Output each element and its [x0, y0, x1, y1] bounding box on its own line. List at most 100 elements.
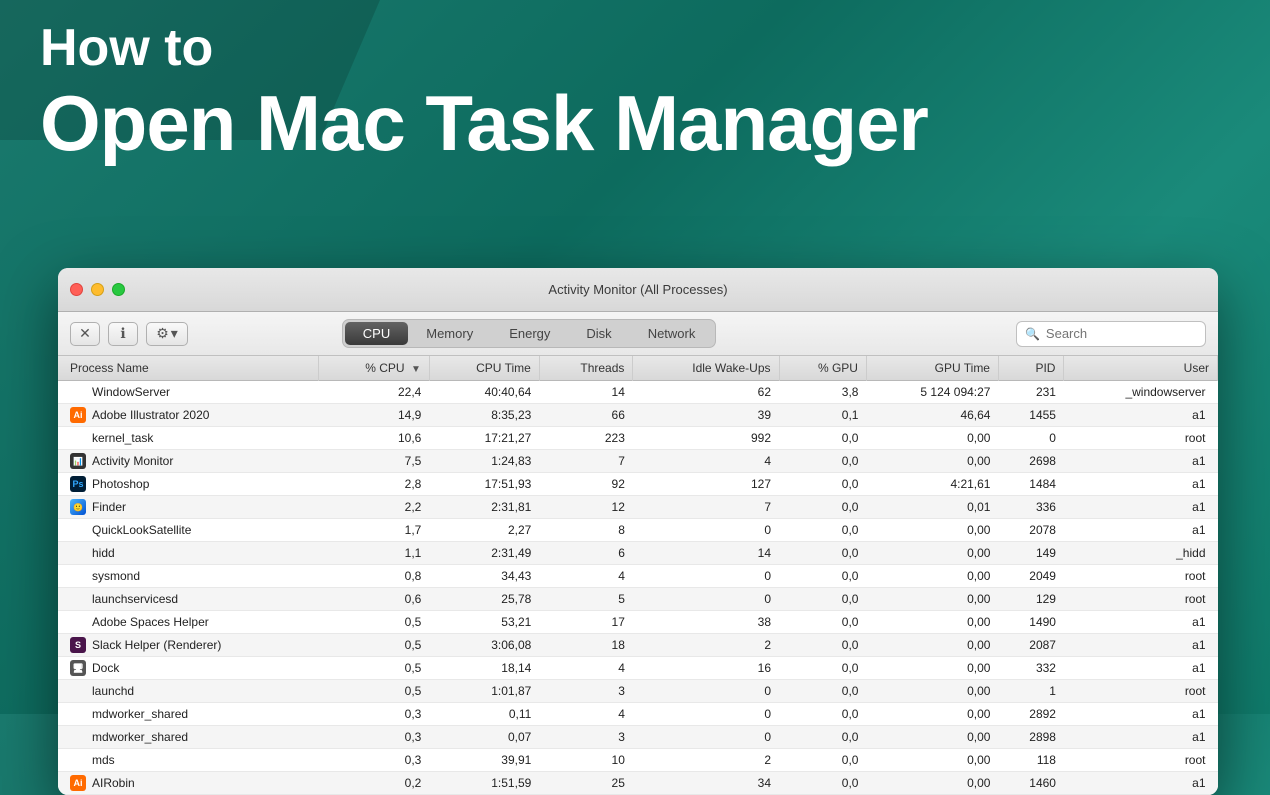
cpu-time-value: 17:51,93 — [429, 473, 539, 496]
col-header-gpu-time[interactable]: GPU Time — [866, 356, 998, 381]
tab-disk[interactable]: Disk — [568, 322, 629, 345]
col-header-user[interactable]: User — [1064, 356, 1218, 381]
table-row[interactable]: SSlack Helper (Renderer)0,53:06,081820,0… — [58, 634, 1218, 657]
cpu-value: 10,6 — [318, 427, 429, 450]
idle-wakeups-value: 4 — [633, 450, 779, 473]
process-table-wrapper: Process Name % CPU ▼ CPU Time Threads Id… — [58, 356, 1218, 795]
tab-network[interactable]: Network — [630, 322, 714, 345]
close-button[interactable] — [70, 283, 83, 296]
finder-icon: 🙂 — [70, 499, 86, 515]
gpu-value: 0,0 — [779, 565, 866, 588]
gpu-time-value: 0,01 — [866, 496, 998, 519]
cpu-time-value: 0,07 — [429, 726, 539, 749]
tab-energy[interactable]: Energy — [491, 322, 568, 345]
threads-value: 17 — [539, 611, 633, 634]
empty-icon — [70, 591, 86, 607]
col-header-cpu[interactable]: % CPU ▼ — [318, 356, 429, 381]
pid-value: 129 — [998, 588, 1064, 611]
cpu-time-value: 0,11 — [429, 703, 539, 726]
table-row[interactable]: hidd1,12:31,496140,00,00149_hidd — [58, 542, 1218, 565]
cpu-value: 0,5 — [318, 634, 429, 657]
user-value: a1 — [1064, 496, 1218, 519]
table-row[interactable]: QuickLookSatellite1,72,27800,00,002078a1 — [58, 519, 1218, 542]
empty-icon — [70, 522, 86, 538]
tab-group: CPU Memory Energy Disk Network — [342, 319, 717, 348]
gear-button[interactable]: ⚙ ▾ — [146, 322, 188, 346]
user-value: a1 — [1064, 519, 1218, 542]
gpu-value: 0,0 — [779, 772, 866, 795]
gpu-value: 0,0 — [779, 588, 866, 611]
table-row[interactable]: mds0,339,911020,00,00118root — [58, 749, 1218, 772]
table-row[interactable]: launchd0,51:01,87300,00,001root — [58, 680, 1218, 703]
table-row[interactable]: PsPhotoshop2,817:51,93921270,04:21,61148… — [58, 473, 1218, 496]
col-header-process-name[interactable]: Process Name — [58, 356, 318, 381]
empty-icon — [70, 614, 86, 630]
threads-value: 5 — [539, 588, 633, 611]
empty-icon — [70, 384, 86, 400]
tab-memory[interactable]: Memory — [408, 322, 491, 345]
cpu-time-value: 2:31,49 — [429, 542, 539, 565]
search-box[interactable]: 🔍 — [1016, 321, 1206, 347]
empty-icon — [70, 430, 86, 446]
threads-value: 4 — [539, 565, 633, 588]
idle-wakeups-value: 0 — [633, 565, 779, 588]
table-row[interactable]: Adobe Spaces Helper0,553,2117380,00,0014… — [58, 611, 1218, 634]
col-header-gpu[interactable]: % GPU — [779, 356, 866, 381]
pid-value: 2078 — [998, 519, 1064, 542]
empty-icon — [70, 568, 86, 584]
gpu-time-value: 0,00 — [866, 703, 998, 726]
user-value: a1 — [1064, 634, 1218, 657]
force-quit-button[interactable]: ✕ — [70, 322, 100, 346]
process-name-label: Dock — [92, 661, 119, 675]
gpu-value: 0,0 — [779, 611, 866, 634]
table-row[interactable]: kernel_task10,617:21,272239920,00,000roo… — [58, 427, 1218, 450]
zoom-button[interactable] — [112, 283, 125, 296]
minimize-button[interactable] — [91, 283, 104, 296]
process-name-label: Activity Monitor — [92, 454, 173, 468]
table-row[interactable]: sysmond0,834,43400,00,002049root — [58, 565, 1218, 588]
cpu-value: 7,5 — [318, 450, 429, 473]
idle-wakeups-value: 62 — [633, 381, 779, 404]
table-row[interactable]: launchservicesd0,625,78500,00,00129root — [58, 588, 1218, 611]
process-table-body: WindowServer22,440:40,6414623,85 124 094… — [58, 381, 1218, 795]
process-name-label: kernel_task — [92, 431, 153, 445]
tab-cpu[interactable]: CPU — [345, 322, 408, 345]
process-name-label: mdworker_shared — [92, 707, 188, 721]
search-input[interactable] — [1046, 326, 1218, 341]
ps-icon: Ps — [70, 476, 86, 492]
col-header-cpu-time[interactable]: CPU Time — [429, 356, 539, 381]
user-value: root — [1064, 680, 1218, 703]
table-row[interactable]: mdworker_shared0,30,11400,00,002892a1 — [58, 703, 1218, 726]
pid-value: 2049 — [998, 565, 1064, 588]
threads-value: 223 — [539, 427, 633, 450]
gpu-time-value: 0,00 — [866, 657, 998, 680]
cpu-time-value: 8:35,23 — [429, 404, 539, 427]
col-header-threads[interactable]: Threads — [539, 356, 633, 381]
cpu-value: 1,7 — [318, 519, 429, 542]
cpu-value: 0,5 — [318, 611, 429, 634]
user-value: a1 — [1064, 473, 1218, 496]
table-row[interactable]: AiAIRobin0,21:51,5925340,00,001460a1 — [58, 772, 1218, 795]
col-header-idle-wakeups[interactable]: Idle Wake-Ups — [633, 356, 779, 381]
table-row[interactable]: 🖥Dock0,518,144160,00,00332a1 — [58, 657, 1218, 680]
idle-wakeups-value: 0 — [633, 726, 779, 749]
cpu-value: 0,5 — [318, 657, 429, 680]
idle-wakeups-value: 127 — [633, 473, 779, 496]
table-row[interactable]: mdworker_shared0,30,07300,00,002898a1 — [58, 726, 1218, 749]
hero-subtitle: How to — [40, 20, 928, 77]
table-row[interactable]: 🙂Finder2,22:31,811270,00,01336a1 — [58, 496, 1218, 519]
info-icon: ℹ — [120, 325, 125, 342]
gpu-time-value: 0,00 — [866, 588, 998, 611]
empty-icon — [70, 683, 86, 699]
table-row[interactable]: AiAdobe Illustrator 202014,98:35,2366390… — [58, 404, 1218, 427]
empty-icon — [70, 729, 86, 745]
table-row[interactable]: 📊Activity Monitor7,51:24,83740,00,002698… — [58, 450, 1218, 473]
threads-value: 4 — [539, 657, 633, 680]
user-value: a1 — [1064, 772, 1218, 795]
gear-icon: ⚙ — [156, 325, 169, 342]
pid-value: 332 — [998, 657, 1064, 680]
info-button[interactable]: ℹ — [108, 322, 138, 346]
ai-icon: Ai — [70, 407, 86, 423]
col-header-pid[interactable]: PID — [998, 356, 1064, 381]
table-row[interactable]: WindowServer22,440:40,6414623,85 124 094… — [58, 381, 1218, 404]
